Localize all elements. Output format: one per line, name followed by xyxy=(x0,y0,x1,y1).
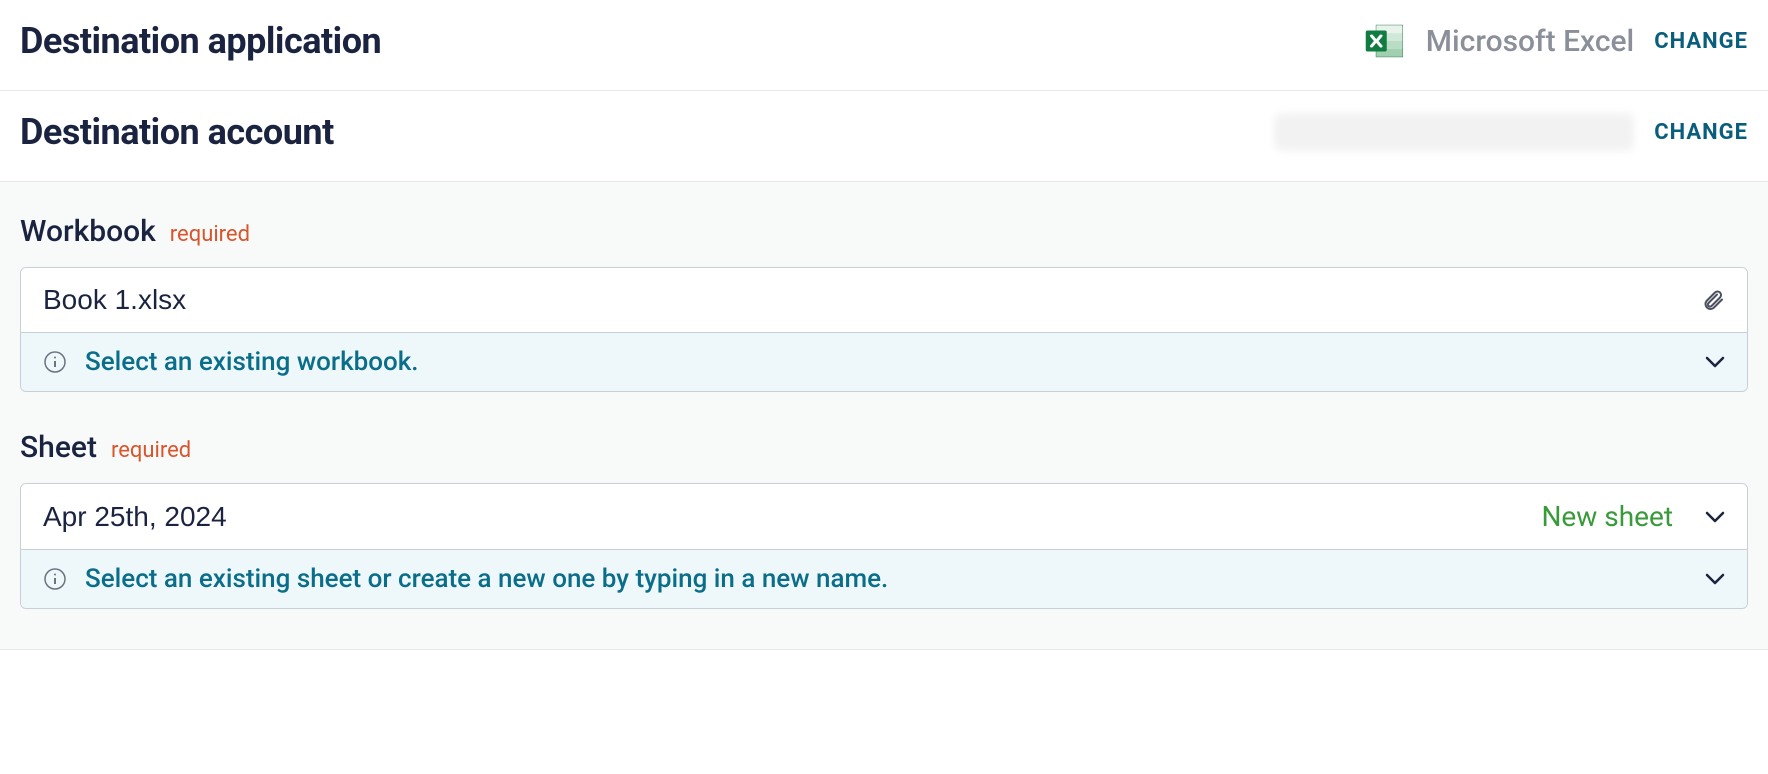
workbook-help-text: Select an existing workbook. xyxy=(85,347,1687,377)
workbook-box: Select an existing workbook. xyxy=(20,267,1748,392)
destination-application-title: Destination application xyxy=(20,20,381,62)
info-icon xyxy=(43,350,67,374)
sheet-box: New sheet Select an existing sheet or cr… xyxy=(20,483,1748,609)
chevron-down-icon[interactable] xyxy=(1705,511,1725,523)
workbook-label-row: Workbook required xyxy=(20,214,1748,249)
destination-account-section: Destination account CHANGE xyxy=(0,91,1768,182)
sheet-label-row: Sheet required xyxy=(20,430,1748,465)
change-application-link[interactable]: CHANGE xyxy=(1654,29,1748,54)
sheet-field: Sheet required New sheet xyxy=(20,430,1748,609)
workbook-required-badge: required xyxy=(170,222,250,247)
sheet-help-text: Select an existing sheet or create a new… xyxy=(85,564,1687,594)
sheet-input-row[interactable]: New sheet xyxy=(21,484,1747,549)
change-account-link[interactable]: CHANGE xyxy=(1654,120,1748,145)
info-icon xyxy=(43,567,67,591)
workbook-help-row[interactable]: Select an existing workbook. xyxy=(21,332,1747,391)
paperclip-icon[interactable] xyxy=(1701,288,1725,312)
workbook-label: Workbook xyxy=(20,214,156,249)
chevron-down-icon[interactable] xyxy=(1705,356,1725,368)
destination-application-right: Microsoft Excel CHANGE xyxy=(1364,20,1748,62)
destination-application-section: Destination application Microsoft Excel … xyxy=(0,0,1768,91)
sheet-label: Sheet xyxy=(20,430,97,465)
sheet-input[interactable] xyxy=(43,501,1527,533)
sheet-help-row[interactable]: Select an existing sheet or create a new… xyxy=(21,549,1747,608)
app-name-label: Microsoft Excel xyxy=(1426,24,1634,59)
new-sheet-badge: New sheet xyxy=(1541,500,1673,533)
account-value-redacted xyxy=(1274,113,1634,151)
workbook-field: Workbook required xyxy=(20,214,1748,392)
chevron-down-icon[interactable] xyxy=(1705,573,1725,585)
form-area: Workbook required xyxy=(0,182,1768,650)
excel-icon xyxy=(1364,20,1406,62)
destination-account-right: CHANGE xyxy=(1274,113,1748,151)
destination-account-title: Destination account xyxy=(20,111,334,153)
workbook-input-row[interactable] xyxy=(21,268,1747,332)
sheet-required-badge: required xyxy=(111,438,191,463)
workbook-input[interactable] xyxy=(43,284,1687,316)
